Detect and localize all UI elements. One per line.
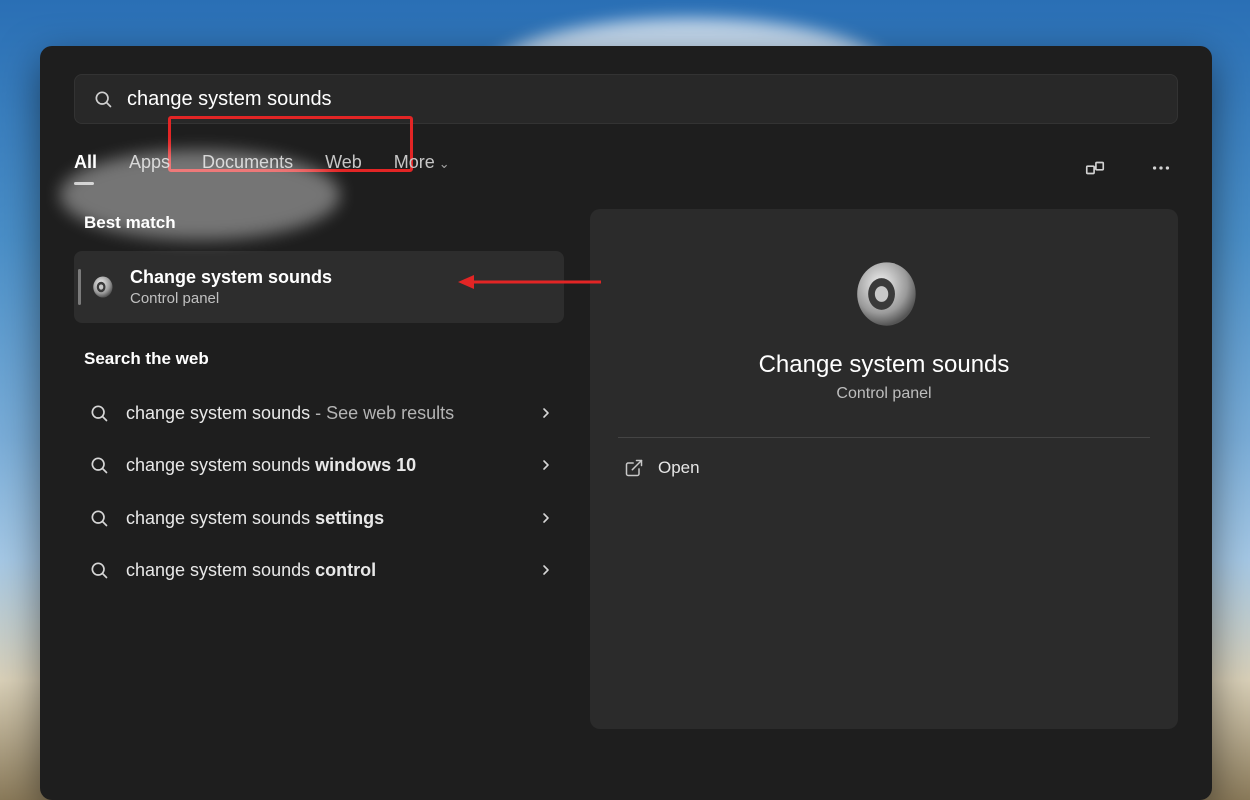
search-icon (93, 89, 113, 109)
best-match-subtitle: Control panel (130, 290, 332, 307)
detail-pane: Change system sounds Control panel Open (590, 209, 1178, 729)
search-bar[interactable] (74, 74, 1178, 124)
web-suggestion[interactable]: change system sounds - See web results (74, 387, 564, 439)
results-list: Best match Change system sounds Control … (74, 209, 564, 729)
web-suggestion[interactable]: change system sounds control (74, 544, 564, 596)
tab-documents[interactable]: Documents (202, 152, 293, 183)
more-options-icon[interactable] (1144, 153, 1178, 183)
web-suggestion[interactable]: change system sounds windows 10 (74, 439, 564, 491)
search-icon (86, 455, 112, 475)
search-icon (86, 403, 112, 423)
chevron-right-icon (538, 457, 554, 473)
open-action[interactable]: Open (618, 438, 1150, 498)
best-match-text: Change system sounds Control panel (130, 267, 332, 307)
windows-search-flyout: All Apps Documents Web More ⌄ Best match (40, 46, 1212, 800)
search-web-header: Search the web (84, 349, 564, 369)
chevron-right-icon (538, 405, 554, 421)
annotation-red-arrow (456, 271, 604, 293)
chevron-right-icon (538, 510, 554, 526)
tab-label: Web (325, 152, 362, 172)
results-area: Best match Change system sounds Control … (74, 209, 1178, 729)
rewards-icon[interactable] (1078, 153, 1112, 183)
tab-label: More (394, 152, 435, 172)
speaker-icon (845, 255, 923, 333)
web-suggestion[interactable]: change system sounds settings (74, 492, 564, 544)
detail-subtitle: Control panel (836, 385, 931, 403)
search-icon (86, 560, 112, 580)
search-icon (86, 508, 112, 528)
tab-all[interactable]: All (74, 152, 97, 183)
tab-label: Apps (129, 152, 170, 172)
filter-tabs: All Apps Documents Web More ⌄ (74, 152, 1178, 183)
best-match-header: Best match (84, 213, 564, 233)
action-label: Open (658, 458, 700, 478)
tab-more[interactable]: More ⌄ (394, 152, 450, 183)
tab-label: Documents (202, 152, 293, 172)
best-match-item[interactable]: Change system sounds Control panel (74, 251, 564, 323)
tab-apps[interactable]: Apps (129, 152, 170, 183)
chevron-down-icon: ⌄ (439, 156, 450, 171)
web-suggestion-text: change system sounds windows 10 (126, 453, 524, 477)
open-external-icon (624, 458, 644, 478)
web-suggestion-text: change system sounds control (126, 558, 524, 582)
web-suggestions-list: change system sounds - See web results ch… (74, 387, 564, 596)
best-match-title: Change system sounds (130, 267, 332, 288)
web-suggestion-text: change system sounds - See web results (126, 401, 524, 425)
web-suggestion-text: change system sounds settings (126, 506, 524, 530)
tab-label: All (74, 152, 97, 172)
chevron-right-icon (538, 562, 554, 578)
tab-web[interactable]: Web (325, 152, 362, 183)
search-input[interactable] (127, 88, 1159, 111)
detail-title: Change system sounds (759, 351, 1010, 379)
speaker-icon (88, 273, 116, 301)
